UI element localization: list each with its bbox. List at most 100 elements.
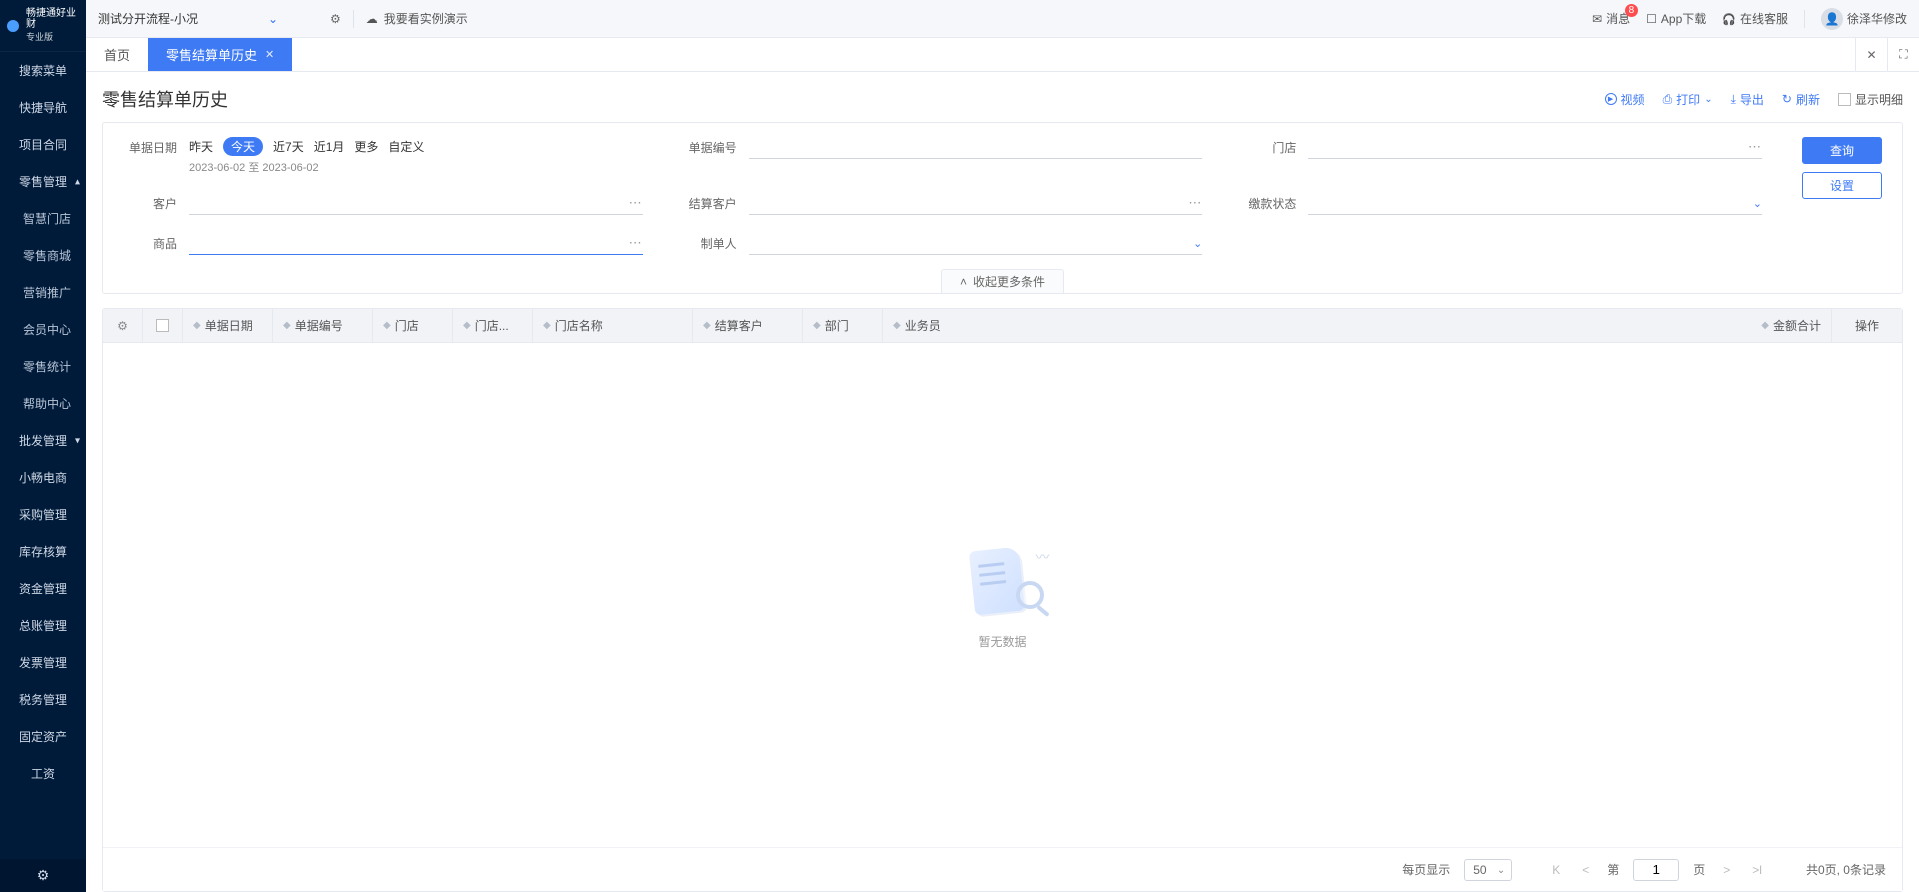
close-icon[interactable]: ✕	[265, 48, 274, 61]
filter-store: 门店 ⋯	[1242, 137, 1762, 175]
sidebar-item-inventory[interactable]: 库存核算	[0, 533, 86, 570]
pagination: 每页显示 50⌄ K < 第 页 > >l 共0页, 0条记录	[103, 847, 1902, 891]
col-amount[interactable]: ◆金额合计	[1722, 309, 1832, 342]
first-page-button[interactable]: K	[1548, 863, 1564, 877]
checkbox-icon	[156, 319, 169, 332]
demo-link[interactable]: 我要看实例演示	[366, 10, 468, 27]
gear-icon	[117, 319, 128, 333]
messages-button[interactable]: 消息 8	[1592, 10, 1630, 27]
sidebar-item-quick-nav[interactable]: 快捷导航	[0, 89, 86, 126]
table-header: ◆单据日期◆单据编号◆门店◆门店...◆门店名称◆结算客户◆部门◆业务员 ◆金额…	[103, 309, 1902, 343]
process-settings-icon[interactable]	[330, 12, 341, 26]
table-column[interactable]: ◆单据编号	[273, 309, 373, 342]
table-column[interactable]: ◆门店名称	[533, 309, 693, 342]
chevron-down-icon: ⌄	[1497, 865, 1505, 876]
pay-status-label: 缴款状态	[1242, 193, 1308, 212]
sidebar-item-project-contract[interactable]: 项目合同	[0, 126, 86, 163]
date-option[interactable]: 更多	[354, 138, 378, 155]
per-page-select[interactable]: 50⌄	[1464, 859, 1512, 881]
collapse-filters-button[interactable]: 收起更多条件	[941, 269, 1064, 293]
column-settings-button[interactable]	[103, 309, 143, 342]
column-label: 门店...	[475, 317, 509, 334]
table-column[interactable]: ◆部门	[803, 309, 883, 342]
doc-no-input[interactable]	[749, 137, 1203, 159]
more-icon[interactable]: ⋯	[629, 195, 643, 211]
settings-button[interactable]: 设置	[1802, 172, 1882, 199]
creator-select[interactable]	[749, 233, 1203, 255]
column-label: 部门	[825, 317, 849, 334]
process-name: 测试分开流程-小况	[98, 10, 198, 27]
prev-page-button[interactable]: <	[1578, 863, 1593, 877]
next-page-button[interactable]: >	[1719, 863, 1734, 877]
settle-customer-input[interactable]	[749, 193, 1203, 215]
video-action[interactable]: 视频	[1605, 91, 1645, 108]
app-download-button[interactable]: App下载	[1646, 10, 1706, 27]
filter-customer: 客户 ⋯	[123, 193, 643, 215]
table-column[interactable]: ◆结算客户	[693, 309, 803, 342]
tab-home[interactable]: 首页	[86, 38, 148, 71]
sidebar-item-members[interactable]: 会员中心	[0, 311, 86, 348]
pager-summary: 共0页, 0条记录	[1806, 861, 1886, 878]
support-button[interactable]: 在线客服	[1722, 10, 1788, 27]
sidebar-item-smart-store[interactable]: 智慧门店	[0, 200, 86, 237]
tab-close-button[interactable]: ✕	[1855, 38, 1887, 71]
process-selector[interactable]: 测试分开流程-小况 ⌄	[98, 10, 318, 27]
avatar-icon: 👤	[1821, 8, 1843, 30]
table-column[interactable]: ◆门店...	[453, 309, 533, 342]
store-input[interactable]	[1308, 137, 1762, 159]
last-page-button[interactable]: >l	[1748, 863, 1766, 877]
sidebar-item-ledger[interactable]: 总账管理	[0, 607, 86, 644]
sidebar-settings[interactable]	[0, 859, 86, 892]
customer-input[interactable]	[189, 193, 643, 215]
sidebar-item-tax[interactable]: 税务管理	[0, 681, 86, 718]
filter-date: 单据日期 昨天今天近7天近1月更多自定义 2023-06-02 至 2023-0…	[123, 137, 643, 175]
sidebar-item-retail-mgmt[interactable]: 零售管理▴	[0, 163, 86, 200]
date-option[interactable]: 近7天	[273, 138, 304, 155]
more-icon[interactable]: ⋯	[1188, 195, 1202, 211]
date-option[interactable]: 今天	[223, 137, 263, 156]
date-range-text: 2023-06-02 至 2023-06-02	[189, 159, 643, 175]
date-option[interactable]: 昨天	[189, 138, 213, 155]
table-column[interactable]: ◆单据日期	[183, 309, 273, 342]
page-label-suf: 页	[1693, 861, 1705, 878]
print-action[interactable]: 打印⌄	[1663, 91, 1713, 108]
empty-illustration: 〰	[958, 541, 1048, 621]
sidebar-item-retail-stats[interactable]: 零售统计	[0, 348, 86, 385]
table-column[interactable]: ◆业务员	[883, 309, 973, 342]
sidebar-item-help-center[interactable]: 帮助中心	[0, 385, 86, 422]
chevron-down-icon: ⌄	[1704, 94, 1712, 105]
more-icon[interactable]: ⋯	[1748, 139, 1762, 155]
show-detail-toggle[interactable]: 显示明细	[1838, 91, 1903, 108]
page-input[interactable]	[1633, 859, 1679, 881]
tab-label: 零售结算单历史	[166, 45, 257, 64]
sidebar-item-search-menu[interactable]: 搜索菜单	[0, 52, 86, 89]
sidebar-item-assets[interactable]: 固定资产	[0, 718, 86, 755]
select-all-checkbox[interactable]	[143, 309, 183, 342]
pay-status-select[interactable]	[1308, 193, 1762, 215]
search-button[interactable]: 查询	[1802, 137, 1882, 164]
chevron-down-icon[interactable]: ⌄	[1193, 237, 1202, 250]
print-icon	[1663, 92, 1673, 107]
date-option[interactable]: 自定义	[388, 138, 424, 155]
export-icon	[1731, 92, 1736, 107]
collapse-label: 收起更多条件	[973, 273, 1045, 290]
sidebar-item-ecommerce[interactable]: 小畅电商	[0, 459, 86, 496]
fullscreen-button[interactable]: ⛶	[1887, 38, 1919, 71]
more-icon[interactable]: ⋯	[629, 235, 643, 251]
tab-retail-settle-history[interactable]: 零售结算单历史 ✕	[148, 38, 292, 71]
product-input[interactable]	[189, 233, 643, 255]
store-label: 门店	[1242, 137, 1308, 156]
sidebar-item-wholesale[interactable]: 批发管理▾	[0, 422, 86, 459]
date-option[interactable]: 近1月	[314, 138, 345, 155]
user-menu[interactable]: 👤 徐泽华修改	[1821, 8, 1907, 30]
table-column[interactable]: ◆门店	[373, 309, 453, 342]
sidebar-item-invoice[interactable]: 发票管理	[0, 644, 86, 681]
export-action[interactable]: 导出	[1731, 91, 1764, 108]
refresh-action[interactable]: 刷新	[1782, 91, 1820, 108]
sidebar-item-marketing[interactable]: 营销推广	[0, 274, 86, 311]
chevron-down-icon[interactable]: ⌄	[1753, 197, 1762, 210]
sidebar-item-salary[interactable]: 工资	[0, 755, 86, 792]
sidebar-item-funds[interactable]: 资金管理	[0, 570, 86, 607]
sidebar-item-retail-mall[interactable]: 零售商城	[0, 237, 86, 274]
sidebar-item-purchase[interactable]: 采购管理	[0, 496, 86, 533]
